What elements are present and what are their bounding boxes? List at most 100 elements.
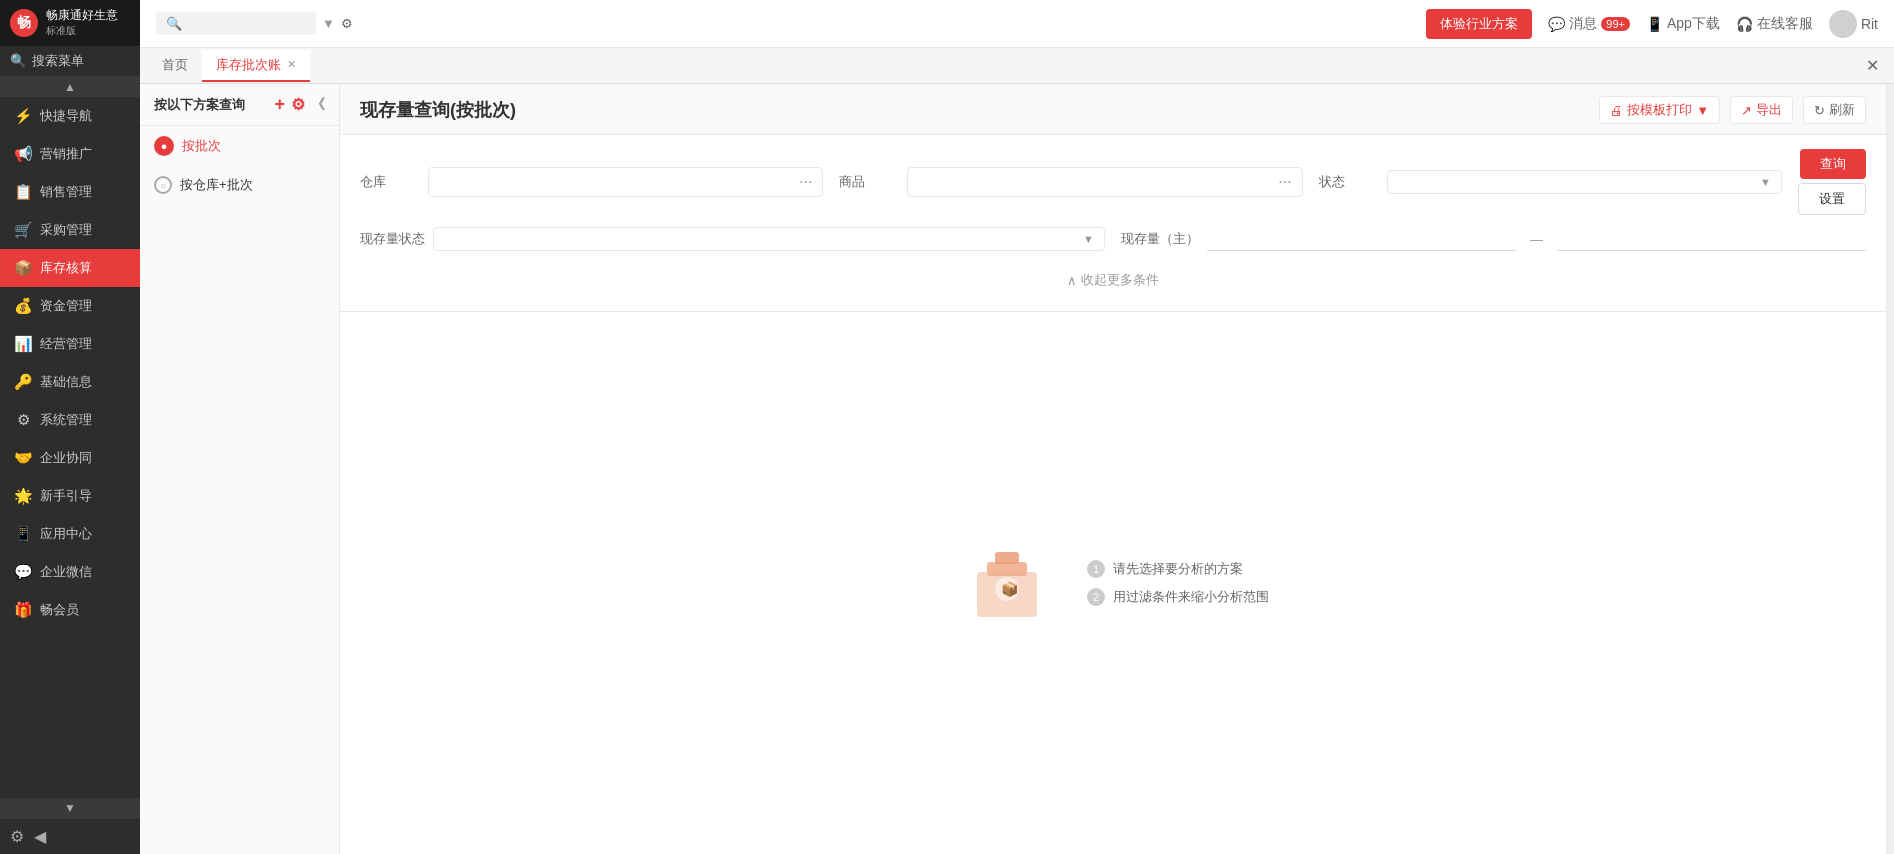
sidebar-item-2[interactable]: 📋 销售管理 (0, 173, 140, 211)
app-info: 畅康通好生意 标准版 (46, 8, 118, 38)
sidebar-footer: ⚙ ◀ (0, 818, 140, 854)
online-service-label: 在线客服 (1757, 15, 1813, 33)
right-panel: 现存量查询(按批次) 🖨 按模板打印 ▼ ↗ 导出 ↻ 刷新 (340, 84, 1886, 854)
topbar-chevron-icon[interactable]: ▼ (322, 16, 335, 31)
sidebar-item-label-4: 库存核算 (40, 259, 92, 277)
left-panel-item-active-dot: ● (154, 136, 174, 156)
tip-text-2: 用过滤条件来缩小分析范围 (1113, 588, 1269, 606)
page-header-actions: 🖨 按模板打印 ▼ ↗ 导出 ↻ 刷新 (1599, 96, 1866, 124)
collapse-more-btn[interactable]: ∧ 收起更多条件 (360, 263, 1866, 297)
warehouse-input[interactable]: ··· (428, 167, 823, 197)
user-area[interactable]: Rit (1829, 10, 1878, 38)
tab-home-label: 首页 (162, 57, 188, 72)
inventory-qty-from[interactable] (1207, 227, 1516, 251)
app-download-label: App下载 (1667, 15, 1720, 33)
sidebar-item-4[interactable]: 📦 库存核算 (0, 249, 140, 287)
trial-btn[interactable]: 体验行业方案 (1426, 9, 1532, 39)
inventory-qty-dash: — (1530, 232, 1543, 247)
export-btn[interactable]: ↗ 导出 (1730, 96, 1793, 124)
page-header: 现存量查询(按批次) 🖨 按模板打印 ▼ ↗ 导出 ↻ 刷新 (340, 84, 1886, 135)
query-btn[interactable]: 查询 (1800, 149, 1866, 179)
topbar-search-box[interactable]: 🔍 (156, 12, 316, 35)
sidebar-item-label-12: 企业微信 (40, 563, 92, 581)
sidebar-scroll-up[interactable]: ▲ (0, 77, 140, 97)
sidebar-item-label-11: 应用中心 (40, 525, 92, 543)
sidebar-item-label-8: 系统管理 (40, 411, 92, 429)
sidebar-item-13[interactable]: 🎁 畅会员 (0, 591, 140, 629)
sidebar-item-icon-13: 🎁 (14, 601, 32, 619)
sidebar-item-icon-8: ⚙ (14, 411, 32, 429)
empty-illustration: 📦 (957, 532, 1057, 635)
right-scrollbar[interactable] (1886, 84, 1894, 854)
sidebar-item-3[interactable]: 🛒 采购管理 (0, 211, 140, 249)
left-panel-item-warehouse-batch[interactable]: ○ 按仓库+批次 (140, 166, 339, 204)
topbar-search-icon: 🔍 (166, 16, 182, 31)
sidebar-search[interactable]: 🔍 搜索菜单 (0, 46, 140, 77)
left-panel-item-batch[interactable]: ● 按批次 (140, 126, 339, 166)
left-panel-header: 按以下方案查询 + ⚙ 《 (140, 84, 339, 126)
sidebar-header: 畅 畅康通好生意 标准版 (0, 0, 140, 46)
filter-warehouse: 仓库 ··· (360, 167, 823, 197)
filter-area: 仓库 ··· 商品 ··· 状态 (340, 135, 1886, 312)
svg-rect-1 (987, 562, 1027, 576)
left-panel-settings-icon[interactable]: ⚙ (291, 95, 305, 114)
tab-close-icon[interactable]: ✕ (287, 58, 296, 71)
sidebar-item-6[interactable]: 📊 经营管理 (0, 325, 140, 363)
warehouse-label: 仓库 (360, 173, 420, 191)
tab-home[interactable]: 首页 (148, 50, 202, 82)
sidebar-item-icon-9: 🤝 (14, 449, 32, 467)
sidebar-search-label: 搜索菜单 (32, 52, 84, 70)
warehouse-dots[interactable]: ··· (799, 173, 812, 191)
tab-inventory[interactable]: 库存批次账 ✕ (202, 50, 310, 82)
status-select[interactable]: ▼ (1387, 170, 1782, 194)
left-panel-tools: + ⚙ 《 (274, 94, 325, 115)
product-input[interactable]: ··· (907, 167, 1302, 197)
sidebar-item-7[interactable]: 🔑 基础信息 (0, 363, 140, 401)
sidebar-gear-icon[interactable]: ⚙ (10, 827, 24, 846)
sidebar-scroll-down[interactable]: ▼ (0, 798, 140, 818)
refresh-icon: ↻ (1814, 103, 1825, 118)
inventory-qty-to[interactable] (1557, 227, 1866, 251)
sidebar-item-5[interactable]: 💰 资金管理 (0, 287, 140, 325)
sidebar-item-icon-1: 📢 (14, 145, 32, 163)
sidebar-item-8[interactable]: ⚙ 系统管理 (0, 401, 140, 439)
search-icon: 🔍 (10, 53, 26, 68)
sidebar-item-icon-3: 🛒 (14, 221, 32, 239)
app-download-btn[interactable]: 📱 App下载 (1646, 15, 1720, 33)
left-panel-item-warehouse-batch-label: 按仓库+批次 (180, 176, 253, 194)
empty-tips: 1 请先选择要分析的方案 2 用过滤条件来缩小分析范围 (1087, 560, 1269, 606)
sidebar-item-icon-12: 💬 (14, 563, 32, 581)
sidebar-item-9[interactable]: 🤝 企业协同 (0, 439, 140, 477)
product-dots[interactable]: ··· (1278, 173, 1291, 191)
message-icon: 💬 (1548, 16, 1565, 32)
print-btn[interactable]: 🖨 按模板打印 ▼ (1599, 96, 1720, 124)
sidebar-item-label-0: 快捷导航 (40, 107, 92, 125)
left-panel-add-icon[interactable]: + (274, 94, 285, 115)
sidebar-item-12[interactable]: 💬 企业微信 (0, 553, 140, 591)
panel-close-btn[interactable]: ✕ (1858, 52, 1886, 80)
main-area: 🔍 ▼ ⚙ 体验行业方案 💬 消息 99+ 📱 App下载 🎧 在线客服 (140, 0, 1894, 854)
sidebar-item-0[interactable]: ⚡ 快捷导航 (0, 97, 140, 135)
online-service-btn[interactable]: 🎧 在线客服 (1736, 15, 1813, 33)
collapse-more-icon: ∧ (1067, 273, 1077, 288)
inventory-status-select[interactable]: ▼ (433, 227, 1105, 251)
message-btn[interactable]: 💬 消息 99+ (1548, 15, 1630, 33)
inventory-status-chevron: ▼ (1083, 233, 1094, 245)
sidebar-item-icon-6: 📊 (14, 335, 32, 353)
collapse-more-label: 收起更多条件 (1081, 271, 1159, 289)
refresh-btn[interactable]: ↻ 刷新 (1803, 96, 1866, 124)
topbar-settings-icon[interactable]: ⚙ (341, 16, 353, 31)
filter-product: 商品 ··· (839, 167, 1302, 197)
sidebar-item-1[interactable]: 📢 营销推广 (0, 135, 140, 173)
sidebar-item-11[interactable]: 📱 应用中心 (0, 515, 140, 553)
sidebar-item-label-2: 销售管理 (40, 183, 92, 201)
left-panel-collapse-icon[interactable]: 《 (311, 96, 325, 114)
sidebar-item-10[interactable]: 🌟 新手引导 (0, 477, 140, 515)
sidebar-collapse-icon[interactable]: ◀ (34, 827, 46, 846)
sidebar-item-label-1: 营销推广 (40, 145, 92, 163)
filter-settings-btn[interactable]: 设置 (1798, 183, 1866, 215)
svg-rect-2 (995, 552, 1019, 564)
sidebar-item-label-9: 企业协同 (40, 449, 92, 467)
filter-status: 状态 ▼ (1319, 170, 1782, 194)
sidebar-item-icon-5: 💰 (14, 297, 32, 315)
